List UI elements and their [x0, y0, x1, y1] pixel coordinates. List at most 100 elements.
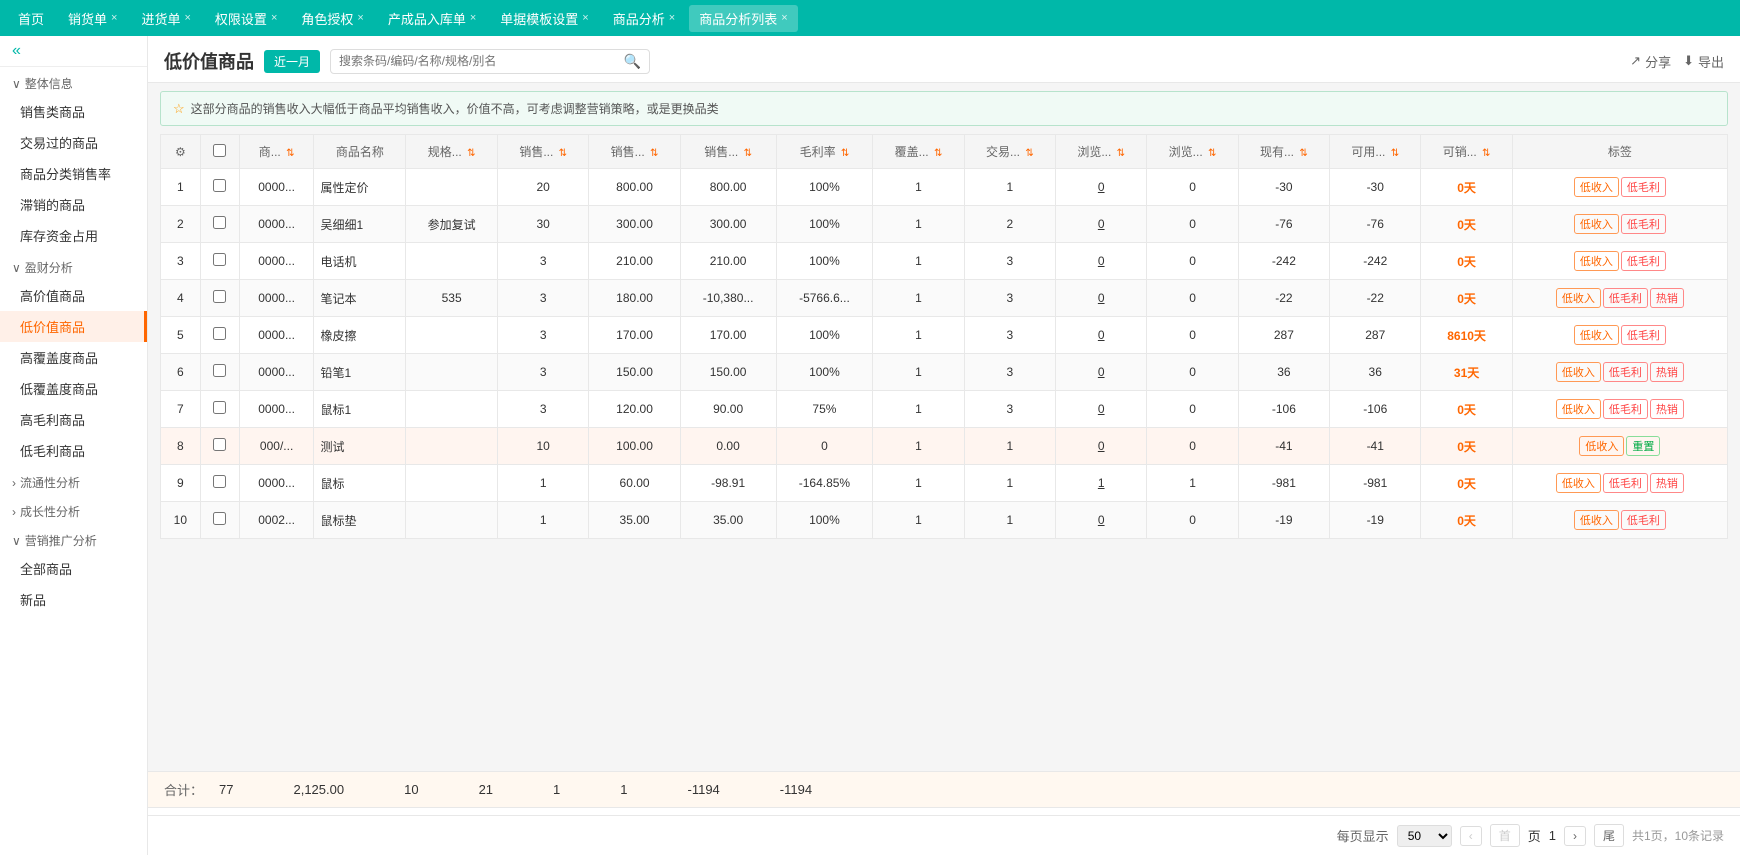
nav-sales-order[interactable]: 销货单 × [58, 5, 127, 32]
horizontal-scrollbar[interactable] [148, 807, 1740, 815]
th-settings[interactable]: ⚙ [161, 135, 201, 169]
th-sales-qty: 销售... ⇅ [498, 135, 589, 169]
row-code: 0002... [239, 502, 314, 539]
first-page-button[interactable]: ‹ [1460, 826, 1482, 846]
row-views1[interactable]: 0 [1056, 502, 1147, 539]
row-name[interactable]: 鼠标垫 [314, 502, 406, 539]
nav-purchase-order[interactable]: 进货单 × [131, 5, 200, 32]
row-checkbox[interactable] [200, 354, 239, 391]
row-name[interactable]: 鼠标 [314, 465, 406, 502]
row-available: -981 [1330, 465, 1421, 502]
close-icon[interactable]: × [184, 12, 190, 24]
row-name[interactable]: 测试 [314, 428, 406, 465]
close-icon[interactable]: × [111, 12, 117, 24]
row-name[interactable]: 橡皮擦 [314, 317, 406, 354]
row-stock: 287 [1238, 317, 1329, 354]
nav-permission-settings[interactable]: 权限设置 × [205, 5, 287, 32]
row-checkbox[interactable] [200, 243, 239, 280]
row-views1[interactable]: 0 [1056, 280, 1147, 317]
row-name[interactable]: 吴细细1 [314, 206, 406, 243]
row-views1[interactable]: 0 [1056, 428, 1147, 465]
sidebar-item-traded-products[interactable]: 交易过的商品 [0, 127, 147, 158]
row-name[interactable]: 属性定价 [314, 169, 406, 206]
row-views1[interactable]: 1 [1056, 465, 1147, 502]
share-button[interactable]: ↗ 分享 [1630, 52, 1671, 71]
close-icon[interactable]: × [582, 12, 588, 24]
row-name[interactable]: 电话机 [314, 243, 406, 280]
row-checkbox[interactable] [200, 280, 239, 317]
nav-role-auth[interactable]: 角色授权 × [291, 5, 373, 32]
row-views1[interactable]: 0 [1056, 169, 1147, 206]
sidebar-group-growth[interactable]: › 成长性分析 [0, 495, 147, 524]
nav-product-analysis-list[interactable]: 商品分析列表 × [689, 5, 797, 32]
close-icon[interactable]: × [357, 12, 363, 24]
page-size-select[interactable]: 50 10 20 100 [1397, 825, 1452, 847]
sidebar-item-inventory-capital[interactable]: 库存资金占用 [0, 220, 147, 251]
row-views1[interactable]: 0 [1056, 391, 1147, 428]
product-tag: 低毛利 [1621, 214, 1666, 234]
row-checkbox[interactable] [200, 206, 239, 243]
sidebar-item-high-margin[interactable]: 高毛利商品 [0, 404, 147, 435]
sidebar-item-high-value[interactable]: 高价值商品 [0, 280, 147, 311]
row-checkbox[interactable] [200, 169, 239, 206]
prev-page-button[interactable]: 首 [1490, 824, 1520, 847]
product-tag: 重置 [1626, 436, 1660, 456]
nav-template-settings[interactable]: 单据模板设置 × [490, 5, 598, 32]
sidebar-group-overall[interactable]: ∨ 整体信息 [0, 67, 147, 96]
product-tag: 低收入 [1574, 510, 1619, 530]
product-tag: 低毛利 [1603, 399, 1648, 419]
sidebar-item-category-sales-rate[interactable]: 商品分类销售率 [0, 158, 147, 189]
period-button[interactable]: 近一月 [264, 50, 320, 73]
sidebar-item-high-coverage[interactable]: 高覆盖度商品 [0, 342, 147, 373]
row-checkbox[interactable] [200, 502, 239, 539]
row-spec [406, 354, 498, 391]
sidebar-group-marketing[interactable]: ∨ 营销推广分析 [0, 524, 147, 553]
row-views1[interactable]: 0 [1056, 206, 1147, 243]
th-available: 可用... ⇅ [1330, 135, 1421, 169]
table-row: 4 0000... 笔记本 535 3 180.00 -10,380... -5… [161, 280, 1728, 317]
row-views1[interactable]: 0 [1056, 317, 1147, 354]
nav-product-analysis[interactable]: 商品分析 × [603, 5, 685, 32]
search-input[interactable] [339, 54, 624, 68]
sidebar-item-slow-moving[interactable]: 滞销的商品 [0, 189, 147, 220]
sidebar-group-liquidity[interactable]: › 流通性分析 [0, 466, 147, 495]
export-button[interactable]: ⬇ 导出 [1683, 52, 1724, 71]
chevron-down-icon: ∨ [12, 534, 21, 548]
row-name[interactable]: 鼠标1 [314, 391, 406, 428]
row-checkbox[interactable] [200, 391, 239, 428]
sidebar-item-all-products[interactable]: 全部商品 [0, 553, 147, 584]
row-checkbox[interactable] [200, 465, 239, 502]
sidebar-group-profit[interactable]: ∨ 盈财分析 [0, 251, 147, 280]
sidebar-collapse-button[interactable]: « [8, 42, 25, 60]
row-available: -30 [1330, 169, 1421, 206]
nav-home[interactable]: 首页 [8, 5, 54, 32]
last-page-button[interactable]: 尾 [1594, 824, 1624, 847]
row-transactions: 1 [964, 169, 1055, 206]
sidebar-item-sales-products[interactable]: 销售类商品 [0, 96, 147, 127]
close-icon[interactable]: × [470, 12, 476, 24]
sidebar-item-low-margin[interactable]: 低毛利商品 [0, 435, 147, 466]
row-views1[interactable]: 0 [1056, 243, 1147, 280]
sidebar-item-new-products[interactable]: 新品 [0, 584, 147, 615]
close-icon[interactable]: × [669, 12, 675, 24]
close-icon[interactable]: × [781, 12, 787, 24]
row-views2: 0 [1147, 502, 1238, 539]
close-icon[interactable]: × [271, 12, 277, 24]
row-name[interactable]: 铅笔1 [314, 354, 406, 391]
row-name[interactable]: 笔记本 [314, 280, 406, 317]
row-stock: -41 [1238, 428, 1329, 465]
sidebar-item-low-value[interactable]: 低价值商品 [0, 311, 147, 342]
row-available: -22 [1330, 280, 1421, 317]
select-all-checkbox[interactable] [213, 144, 226, 157]
nav-finished-goods[interactable]: 产成品入库单 × [378, 5, 486, 32]
th-checkbox[interactable] [200, 135, 239, 169]
row-views1[interactable]: 0 [1056, 354, 1147, 391]
row-checkbox[interactable] [200, 428, 239, 465]
row-coverage: 1 [873, 243, 964, 280]
sidebar-item-low-coverage[interactable]: 低覆盖度商品 [0, 373, 147, 404]
search-icon[interactable]: 🔍 [624, 53, 641, 70]
row-sales-cost: 0.00 [680, 428, 776, 465]
row-sales-qty: 3 [498, 317, 589, 354]
row-checkbox[interactable] [200, 317, 239, 354]
next-page-button[interactable]: › [1564, 826, 1586, 846]
